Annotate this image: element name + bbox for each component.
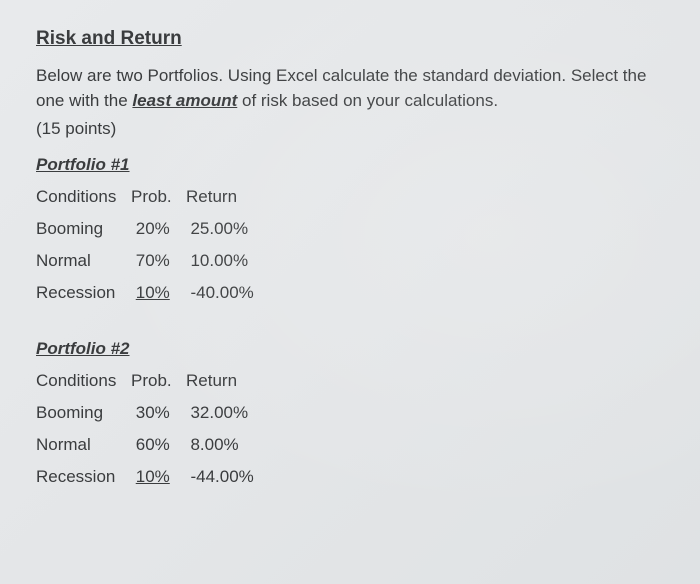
cell-return: 32.00% [190, 403, 248, 423]
cell-return: 25.00% [190, 219, 248, 239]
table-row: Recession 10% -40.00% [36, 283, 664, 303]
table-row: Normal 70% 10.00% [36, 251, 664, 271]
portfolio2-title: Portfolio #2 [36, 339, 664, 359]
cell-return: 8.00% [190, 435, 238, 455]
section-title: Risk and Return [36, 28, 664, 50]
instructions-part2: of risk based on your calculations. [237, 91, 498, 110]
cell-condition: Normal [36, 435, 131, 455]
cell-condition: Booming [36, 403, 131, 423]
cell-condition: Normal [36, 251, 131, 271]
header-conditions: Conditions [36, 187, 131, 207]
cell-condition: Recession [36, 283, 131, 303]
table-row: Booming 30% 32.00% [36, 403, 664, 423]
cell-prob: 10% [136, 283, 186, 303]
portfolio2-headers: ConditionsProb.Return [36, 371, 664, 391]
cell-prob: 30% [136, 403, 186, 423]
header-prob: Prob. [131, 187, 186, 207]
cell-return: -40.00% [190, 283, 253, 303]
portfolio1-title: Portfolio #1 [36, 155, 664, 175]
instructions-emphasis: least amount [132, 91, 237, 110]
cell-return: 10.00% [190, 251, 248, 271]
portfolio1-headers: ConditionsProb.Return [36, 187, 664, 207]
table-row: Normal 60% 8.00% [36, 435, 664, 455]
table-row: Recession 10% -44.00% [36, 467, 664, 487]
cell-prob: 70% [136, 251, 186, 271]
cell-prob: 20% [136, 219, 186, 239]
header-conditions: Conditions [36, 371, 131, 391]
cell-prob: 60% [136, 435, 186, 455]
instructions-text: Below are two Portfolios. Using Excel ca… [36, 64, 664, 113]
cell-condition: Recession [36, 467, 131, 487]
header-return: Return [186, 371, 237, 391]
cell-condition: Booming [36, 219, 131, 239]
cell-prob: 10% [136, 467, 186, 487]
header-prob: Prob. [131, 371, 186, 391]
cell-return: -44.00% [190, 467, 253, 487]
table-row: Booming 20% 25.00% [36, 219, 664, 239]
header-return: Return [186, 187, 237, 207]
points-text: (15 points) [36, 119, 664, 139]
